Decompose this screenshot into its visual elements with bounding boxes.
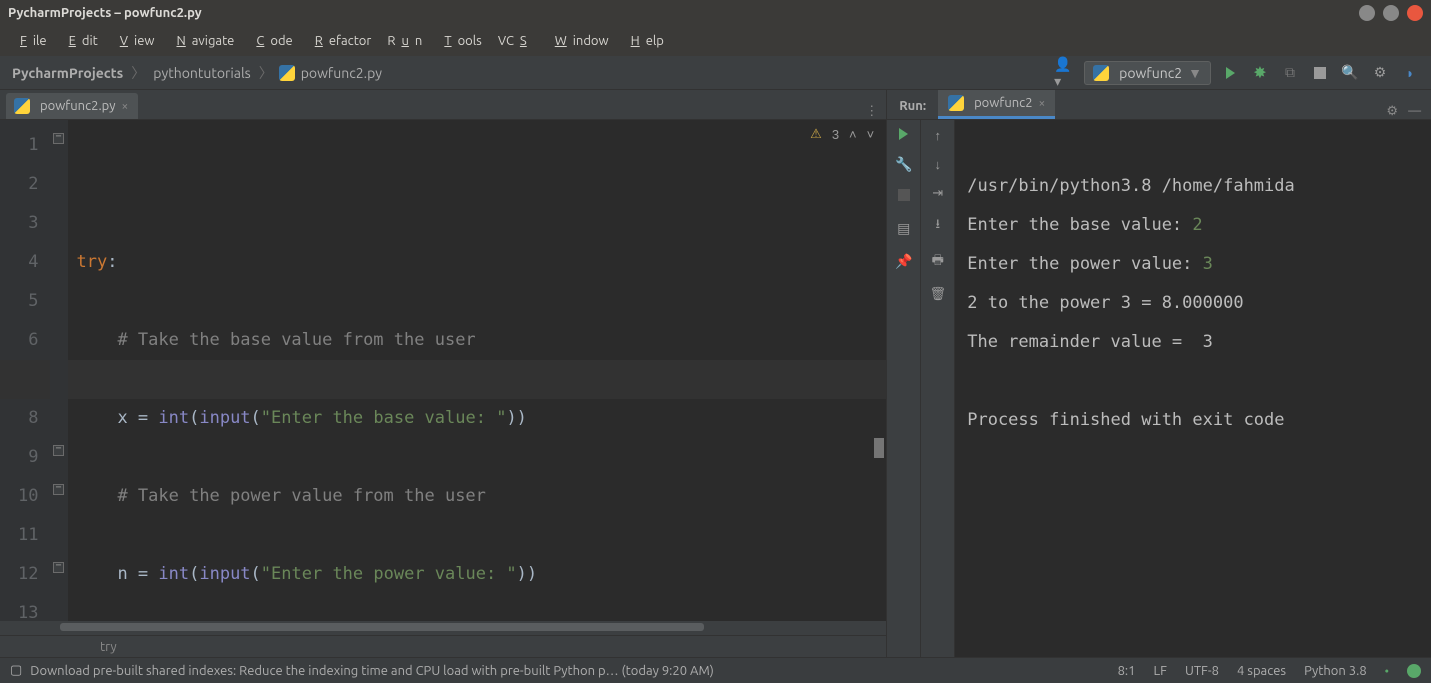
editor-tab-label: powfunc2.py [40, 99, 116, 113]
menu-navigate[interactable]: Navigate [164, 32, 240, 50]
chevron-right-icon: 〉 [259, 63, 273, 83]
hide-icon[interactable]: — [1408, 104, 1421, 119]
menu-help[interactable]: Help [619, 32, 670, 50]
add-configuration-button[interactable]: 👤▾ [1054, 62, 1076, 84]
line-separator[interactable]: LF [1153, 664, 1166, 678]
run-config-name: powfunc2 [1119, 65, 1182, 81]
python-interpreter[interactable]: Python 3.8 [1304, 664, 1367, 678]
tool-window-toggle-icon[interactable]: ▢ [10, 663, 22, 678]
stop-button[interactable] [898, 189, 910, 204]
lock-icon[interactable] [1407, 664, 1421, 678]
menu-file[interactable]: File [8, 32, 53, 50]
console-output[interactable]: /usr/bin/python3.8 /home/fahmidaEnter th… [955, 120, 1431, 657]
window-titlebar: PycharmProjects – powfunc2.py [0, 0, 1431, 26]
rerun-button[interactable] [899, 128, 908, 140]
editor-tab[interactable]: powfunc2.py × [6, 93, 138, 119]
code-editor[interactable]: 123 456 789 101112 13 try: # Take the ba… [0, 120, 886, 621]
fold-toggle-icon[interactable] [53, 484, 64, 495]
menu-refactor[interactable]: Refactor [303, 32, 378, 50]
menu-code[interactable]: Code [244, 32, 298, 50]
debug-button[interactable]: ✸ [1249, 62, 1271, 84]
window-title: PycharmProjects – powfunc2.py [8, 6, 202, 20]
fold-toggle-icon[interactable] [53, 445, 64, 456]
breadcrumb-root[interactable]: PycharmProjects [10, 65, 125, 81]
chevron-down-icon: ▼ [1188, 65, 1202, 81]
warning-icon: ⚠ [810, 126, 822, 142]
editor-tabs-menu-icon[interactable]: ⋮ [865, 104, 886, 119]
caret-position[interactable]: 8:1 [1118, 664, 1136, 678]
window-maximize-button[interactable] [1383, 5, 1399, 21]
layout-icon[interactable]: ▤ [897, 220, 910, 237]
python-file-icon [14, 98, 30, 114]
editor-breadcrumb[interactable]: try [0, 635, 886, 657]
window-close-button[interactable] [1407, 5, 1423, 21]
run-tool-title: Run: [887, 99, 938, 119]
editor-pane: powfunc2.py × ⋮ 123 456 789 101112 13 tr… [0, 90, 887, 657]
main-menu: File Edit View Navigate Code Refactor Ru… [0, 26, 1431, 56]
window-minimize-button[interactable] [1359, 5, 1375, 21]
run-config-combo[interactable]: powfunc2 ▼ [1084, 61, 1211, 85]
inspection-count: 3 [832, 127, 839, 142]
run-tab[interactable]: powfunc2 × [938, 90, 1055, 119]
pin-icon[interactable]: 📌 [895, 253, 912, 270]
trash-icon[interactable]: 🗑 [929, 287, 946, 302]
scroll-to-end-icon[interactable]: ⭳ [935, 215, 940, 237]
menu-tools[interactable]: Tools [432, 32, 488, 50]
menu-window[interactable]: Window [543, 32, 615, 50]
fold-column[interactable] [50, 120, 68, 621]
search-everywhere-button[interactable]: 🔍 [1339, 62, 1361, 84]
nav-up-icon[interactable]: ˄ [849, 127, 857, 142]
wrench-icon[interactable]: 🔧 [895, 156, 912, 173]
editor-tabs: powfunc2.py × ⋮ [0, 90, 886, 120]
coverage-button[interactable]: ⧉ [1279, 62, 1301, 84]
python-file-icon [279, 65, 295, 81]
python-file-icon [948, 95, 964, 111]
run-button[interactable] [1219, 62, 1241, 84]
close-icon[interactable]: × [1039, 97, 1046, 110]
breadcrumb-folder[interactable]: pythontutorials [151, 65, 252, 81]
soft-wrap-icon[interactable]: ⇥ [932, 186, 943, 201]
nav-down-icon[interactable]: ˅ [867, 127, 875, 142]
settings-button[interactable]: ⚙ [1369, 62, 1391, 84]
navigation-bar: PycharmProjects 〉 pythontutorials 〉 powf… [0, 56, 1431, 90]
python-file-icon [1093, 65, 1109, 81]
menu-vcs[interactable]: VCS [492, 32, 539, 50]
run-action-toolbar: 🔧 ▤ 📌 [887, 120, 921, 657]
fold-toggle-icon[interactable] [53, 133, 64, 144]
gear-icon[interactable]: ⚙ [1386, 104, 1398, 119]
fold-toggle-icon[interactable] [53, 562, 64, 573]
menu-run[interactable]: Run [381, 32, 428, 50]
status-message[interactable]: Download pre-built shared indexes: Reduc… [30, 664, 714, 678]
indent-setting[interactable]: 4 spaces [1237, 664, 1286, 678]
file-encoding[interactable]: UTF-8 [1185, 664, 1219, 678]
status-bar: ▢ Download pre-built shared indexes: Red… [0, 657, 1431, 683]
menu-view[interactable]: View [108, 32, 161, 50]
run-tool-window: Run: powfunc2 × ⚙ — 🔧 ▤ 📌 ↑ ↓ ⇥ [887, 90, 1431, 657]
breadcrumb-file[interactable]: powfunc2.py [299, 65, 384, 81]
run-tab-label: powfunc2 [974, 96, 1032, 110]
stop-button[interactable] [1309, 62, 1331, 84]
run-output-toolbar: ↑ ↓ ⇥ ⭳ 🖶 🗑 [921, 120, 955, 657]
chevron-right-icon: 〉 [131, 63, 145, 83]
horizontal-scrollbar[interactable] [60, 621, 886, 633]
down-icon[interactable]: ↓ [934, 157, 941, 172]
up-icon[interactable]: ↑ [934, 128, 941, 143]
memory-indicator-icon[interactable]: 🞄 [1385, 663, 1389, 678]
ide-features-button[interactable]: ◗ [1399, 62, 1421, 84]
menu-edit[interactable]: Edit [57, 32, 104, 50]
close-icon[interactable]: × [122, 100, 129, 113]
print-icon[interactable]: 🖶 [932, 251, 944, 273]
inspection-widget[interactable]: ⚠ 3 ˄ ˅ [810, 126, 874, 142]
